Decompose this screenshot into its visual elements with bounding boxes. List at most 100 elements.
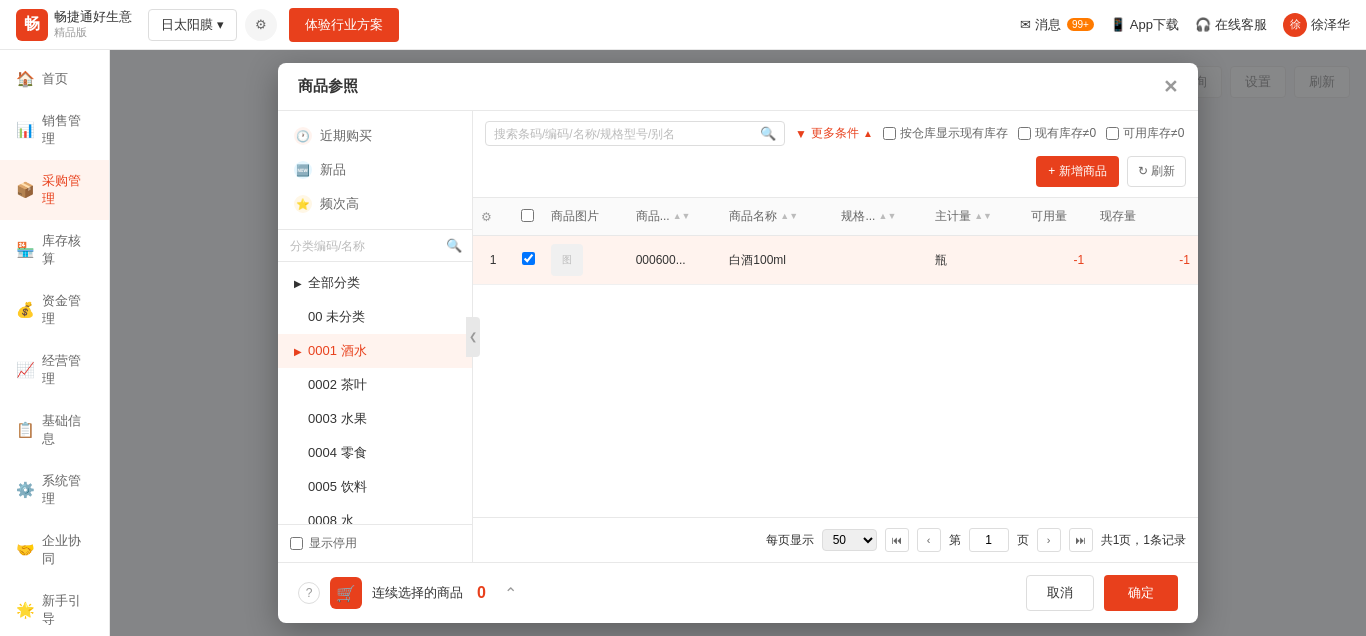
checkbox-filter-1[interactable]: 按仓库显示现有库存: [883, 125, 1008, 142]
category-0001[interactable]: ▶ 0001 酒水: [278, 334, 472, 368]
filter-icon: ▼: [795, 127, 807, 141]
sidebar-item-guide[interactable]: 🌟 新手引导: [0, 580, 109, 636]
sort-icon-unit: ▲▼: [974, 212, 992, 221]
category-0005[interactable]: ▶ 0005 饮料: [278, 470, 472, 504]
sidebar-item-finance[interactable]: 💰 资金管理: [0, 280, 109, 340]
available-stock-checkbox[interactable]: [1106, 127, 1119, 140]
category-search-input[interactable]: [290, 239, 440, 253]
th-code[interactable]: 商品... ▲▼: [628, 198, 722, 236]
tab-recent-purchase[interactable]: 🕐 近期购买: [278, 119, 472, 153]
store-selector[interactable]: 日太阳膜 ▾: [148, 9, 237, 41]
category-0003[interactable]: ▶ 0003 水果: [278, 402, 472, 436]
cart-icon-button[interactable]: 🛒: [330, 577, 362, 609]
modal-header: 商品参照 ✕: [278, 63, 1198, 111]
row-seq: 1: [473, 236, 513, 285]
sidebar-item-basic-info[interactable]: 📋 基础信息: [0, 400, 109, 460]
select-all-checkbox[interactable]: [521, 209, 534, 222]
sidebar-item-home[interactable]: 🏠 首页: [0, 58, 109, 100]
checkbox-filter-2[interactable]: 现有库存≠0: [1018, 125, 1096, 142]
page-size-select[interactable]: 10 20 50 100: [822, 529, 877, 551]
th-name[interactable]: 商品名称 ▲▼: [721, 198, 833, 236]
category-0002[interactable]: ▶ 0002 茶叶: [278, 368, 472, 402]
page-unit: 页: [1017, 532, 1029, 549]
main-layout: 🏠 首页 📊 销售管理 📦 采购管理 🏪 库存核算 💰 资金管理 📈 经营管理 …: [0, 50, 1366, 636]
category-all[interactable]: ▶ 全部分类: [278, 266, 472, 300]
modal-close-button[interactable]: ✕: [1163, 78, 1178, 96]
existing-stock-checkbox[interactable]: [1018, 127, 1031, 140]
category-00[interactable]: ▶ 00 未分类: [278, 300, 472, 334]
next-page-button[interactable]: ›: [1037, 528, 1061, 552]
product-thumbnail: 图: [551, 244, 583, 276]
cancel-button[interactable]: 取消: [1026, 575, 1094, 611]
column-settings-icon[interactable]: ⚙: [481, 210, 492, 224]
sort-spec[interactable]: 规格... ▲▼: [841, 208, 919, 225]
tab-new-products[interactable]: 🆕 新品: [278, 153, 472, 187]
sidebar-item-enterprise[interactable]: 🤝 企业协同: [0, 520, 109, 580]
sort-unit[interactable]: 主计量 ▲▼: [935, 208, 1015, 225]
show-disabled-checkbox[interactable]: [290, 537, 303, 550]
first-page-button[interactable]: ⏮: [885, 528, 909, 552]
sort-code[interactable]: 商品... ▲▼: [636, 208, 714, 225]
operations-icon: 📈: [16, 361, 34, 379]
category-0003-label: 0003 水果: [308, 410, 367, 428]
collapse-panel-button[interactable]: ❮: [466, 317, 480, 357]
home-icon: 🏠: [16, 70, 34, 88]
message-icon: ✉: [1020, 17, 1031, 32]
sidebar-item-purchase[interactable]: 📦 采购管理: [0, 160, 109, 220]
nav-message[interactable]: ✉ 消息 99+: [1020, 16, 1094, 34]
category-0004[interactable]: ▶ 0004 零食: [278, 436, 472, 470]
sidebar-label-purchase: 采购管理: [42, 172, 93, 208]
refresh-button[interactable]: ↻ 刷新: [1127, 156, 1186, 187]
confirm-button[interactable]: 确定: [1104, 575, 1178, 611]
more-filters-button[interactable]: ▼ 更多条件 ▲: [795, 125, 873, 142]
tab-frequent[interactable]: ⭐ 频次高: [278, 187, 472, 221]
collapse-up-icon[interactable]: ⌃: [504, 584, 517, 603]
sidebar-label-enterprise: 企业协同: [42, 532, 93, 568]
row-unit: 瓶: [927, 236, 1023, 285]
th-image: 商品图片: [543, 198, 628, 236]
category-search-icon[interactable]: 🔍: [446, 238, 462, 253]
sidebar-item-operations[interactable]: 📈 经营管理: [0, 340, 109, 400]
table-row[interactable]: 1 图 000600... 白酒100ml: [473, 236, 1198, 285]
th-spec[interactable]: 规格... ▲▼: [833, 198, 927, 236]
settings-icon[interactable]: ⚙: [245, 9, 277, 41]
product-search-input[interactable]: [494, 127, 754, 141]
row-select-checkbox[interactable]: [522, 252, 535, 265]
sidebar-label-inventory: 库存核算: [42, 232, 93, 268]
th-settings[interactable]: ⚙: [473, 198, 513, 236]
row-checkbox[interactable]: [513, 236, 543, 285]
category-0008[interactable]: ▶ 0008 水: [278, 504, 472, 524]
last-page-button[interactable]: ⏭: [1069, 528, 1093, 552]
add-product-button[interactable]: + 新增商品: [1036, 156, 1118, 187]
row-available: -1: [1023, 236, 1092, 285]
by-warehouse-checkbox[interactable]: [883, 127, 896, 140]
nav-app-download[interactable]: 📱 App下载: [1110, 16, 1179, 34]
sidebar-item-sales[interactable]: 📊 销售管理: [0, 100, 109, 160]
product-data-table: ⚙ 商品图片: [473, 198, 1198, 285]
finance-icon: 💰: [16, 301, 34, 319]
logo-icon: 畅: [16, 9, 48, 41]
page-size-label: 每页显示: [766, 532, 814, 549]
page-number-input[interactable]: [969, 528, 1009, 552]
message-badge: 99+: [1067, 18, 1094, 31]
nav-online-service[interactable]: 🎧 在线客服: [1195, 16, 1267, 34]
product-table: ⚙ 商品图片: [473, 198, 1198, 517]
category-0008-label: 0008 水: [308, 512, 354, 524]
th-unit[interactable]: 主计量 ▲▼: [927, 198, 1023, 236]
sidebar-label-basic-info: 基础信息: [42, 412, 93, 448]
nav-user[interactable]: 徐 徐泽华: [1283, 13, 1350, 37]
sort-icon-name: ▲▼: [780, 212, 798, 221]
sort-name[interactable]: 商品名称 ▲▼: [729, 208, 825, 225]
th-stock: 现存量: [1092, 198, 1198, 236]
row-code: 000600...: [628, 236, 722, 285]
row-spec: [833, 236, 927, 285]
sidebar-item-inventory[interactable]: 🏪 库存核算: [0, 220, 109, 280]
top-nav: 畅 畅捷通好生意 精品版 日太阳膜 ▾ ⚙ 体验行业方案 ✉ 消息 99+ 📱 …: [0, 0, 1366, 50]
prev-page-button[interactable]: ‹: [917, 528, 941, 552]
sort-icon-code: ▲▼: [673, 212, 691, 221]
help-button[interactable]: ?: [298, 582, 320, 604]
experience-button[interactable]: 体验行业方案: [289, 8, 399, 42]
product-search-icon[interactable]: 🔍: [760, 126, 776, 141]
sidebar-item-system[interactable]: ⚙️ 系统管理: [0, 460, 109, 520]
checkbox-filter-3[interactable]: 可用库存≠0: [1106, 125, 1184, 142]
